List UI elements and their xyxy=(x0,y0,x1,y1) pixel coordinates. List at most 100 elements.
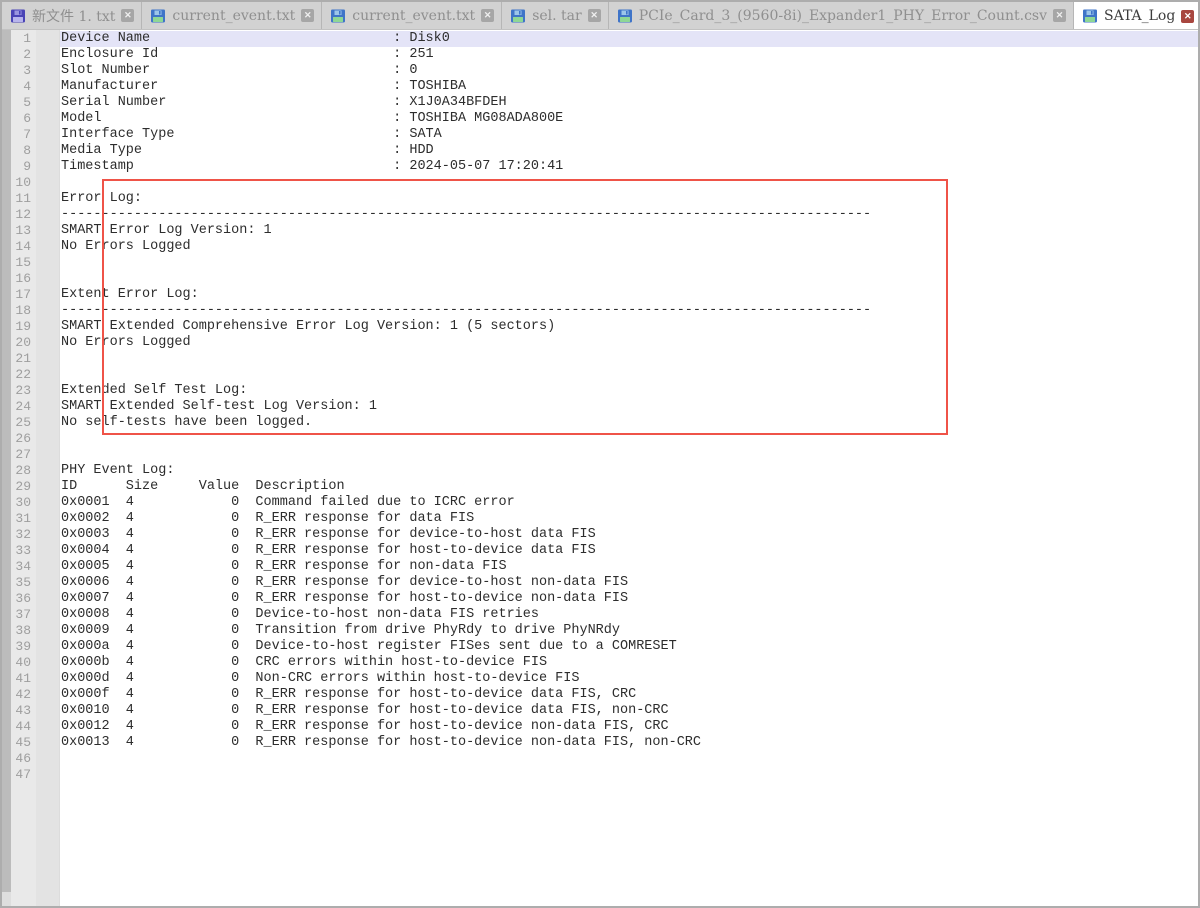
line-number: 24 xyxy=(11,399,36,415)
code-line[interactable] xyxy=(60,271,1198,287)
code-line[interactable]: SMART Extended Self-test Log Version: 1 xyxy=(60,399,1198,415)
code-line[interactable]: 0x000b 4 0 CRC errors within host-to-dev… xyxy=(60,655,1198,671)
tab-close-icon[interactable]: ✕ xyxy=(1181,10,1194,23)
code-line[interactable]: 0x0002 4 0 R_ERR response for data FIS xyxy=(60,511,1198,527)
code-line[interactable]: 0x0010 4 0 R_ERR response for host-to-de… xyxy=(60,703,1198,719)
left-scrollbar-track[interactable] xyxy=(2,30,11,906)
tab[interactable]: PCIe_Card_3_(9560-8i)_Expander1_PHY_Erro… xyxy=(609,2,1074,29)
line-number: 5 xyxy=(11,95,36,111)
code-line[interactable]: Enclosure Id : 251 xyxy=(60,47,1198,63)
code-line[interactable] xyxy=(60,431,1198,447)
line-number: 37 xyxy=(11,607,36,623)
line-number: 28 xyxy=(11,463,36,479)
editor-window: 新文件 1. txt✕current_event.txt✕current_eve… xyxy=(0,0,1200,908)
line-number: 10 xyxy=(11,175,36,191)
line-number: 43 xyxy=(11,703,36,719)
code-line[interactable] xyxy=(60,751,1198,767)
tab[interactable]: 新文件 1. txt✕ xyxy=(2,2,142,29)
line-number-gutter: 1234567891011121314151617181920212223242… xyxy=(11,30,36,906)
tab[interactable]: current_event.txt ✕ xyxy=(142,2,322,29)
code-line[interactable]: No self-tests have been logged. xyxy=(60,415,1198,431)
code-line[interactable]: 0x000f 4 0 R_ERR response for host-to-de… xyxy=(60,687,1198,703)
code-line[interactable]: 0x0009 4 0 Transition from drive PhyRdy … xyxy=(60,623,1198,639)
code-line[interactable]: 0x0012 4 0 R_ERR response for host-to-de… xyxy=(60,719,1198,735)
tab[interactable]: current_event.txt ✕ xyxy=(322,2,502,29)
code-line[interactable]: Slot Number : 0 xyxy=(60,63,1198,79)
tab-close-icon[interactable]: ✕ xyxy=(588,9,601,22)
code-line[interactable]: ----------------------------------------… xyxy=(60,303,1198,319)
line-number: 39 xyxy=(11,639,36,655)
line-number: 40 xyxy=(11,655,36,671)
code-line[interactable]: 0x000d 4 0 Non-CRC errors within host-to… xyxy=(60,671,1198,687)
line-number: 1 xyxy=(11,31,36,47)
line-number: 11 xyxy=(11,191,36,207)
code-line[interactable]: Extent Error Log: xyxy=(60,287,1198,303)
code-line[interactable]: 0x0006 4 0 R_ERR response for device-to-… xyxy=(60,575,1198,591)
line-number: 4 xyxy=(11,79,36,95)
code-line[interactable]: No Errors Logged xyxy=(60,335,1198,351)
tab-active[interactable]: SATA_Log ✕ xyxy=(1074,2,1198,30)
line-number: 31 xyxy=(11,511,36,527)
code-line[interactable]: Model : TOSHIBA MG08ADA800E xyxy=(60,111,1198,127)
code-line[interactable]: 0x0008 4 0 Device-to-host non-data FIS r… xyxy=(60,607,1198,623)
line-number: 18 xyxy=(11,303,36,319)
tab-close-icon[interactable]: ✕ xyxy=(481,9,494,22)
code-line-current[interactable]: Device Name : Disk0 xyxy=(60,31,1198,47)
code-line[interactable]: 0x000a 4 0 Device-to-host register FISes… xyxy=(60,639,1198,655)
line-number: 41 xyxy=(11,671,36,687)
code-line[interactable]: Error Log: xyxy=(60,191,1198,207)
line-number: 22 xyxy=(11,367,36,383)
line-number: 6 xyxy=(11,111,36,127)
line-number: 19 xyxy=(11,319,36,335)
line-number: 45 xyxy=(11,735,36,751)
code-line[interactable]: SMART Extended Comprehensive Error Log V… xyxy=(60,319,1198,335)
code-line[interactable] xyxy=(60,255,1198,271)
tab-label: SATA_Log xyxy=(1104,8,1175,24)
code-line[interactable]: No Errors Logged xyxy=(60,239,1198,255)
code-line[interactable]: 0x0004 4 0 R_ERR response for host-to-de… xyxy=(60,543,1198,559)
code-line[interactable]: 0x0003 4 0 R_ERR response for device-to-… xyxy=(60,527,1198,543)
code-line[interactable]: Timestamp : 2024-05-07 17:20:41 xyxy=(60,159,1198,175)
line-number: 47 xyxy=(11,767,36,783)
line-number: 12 xyxy=(11,207,36,223)
code-line[interactable]: ID Size Value Description xyxy=(60,479,1198,495)
tab-label: current_event.txt xyxy=(172,8,295,24)
tab[interactable]: sel. tar✕ xyxy=(502,2,609,29)
code-line[interactable] xyxy=(60,175,1198,191)
code-line[interactable]: Extended Self Test Log: xyxy=(60,383,1198,399)
code-line[interactable]: Serial Number : X1J0A34BFDEH xyxy=(60,95,1198,111)
code-line[interactable] xyxy=(60,767,1198,783)
floppy-disk-blue-icon xyxy=(510,8,526,24)
line-number: 17 xyxy=(11,287,36,303)
tab-close-icon[interactable]: ✕ xyxy=(1053,9,1066,22)
floppy-disk-purple-icon xyxy=(10,8,26,24)
code-line[interactable]: 0x0001 4 0 Command failed due to ICRC er… xyxy=(60,495,1198,511)
code-line[interactable] xyxy=(60,367,1198,383)
floppy-disk-blue-icon xyxy=(617,8,633,24)
line-number: 38 xyxy=(11,623,36,639)
tab-close-icon[interactable]: ✕ xyxy=(301,9,314,22)
code-line[interactable]: ----------------------------------------… xyxy=(60,207,1198,223)
code-line[interactable]: Interface Type : SATA xyxy=(60,127,1198,143)
code-line[interactable]: PHY Event Log: xyxy=(60,463,1198,479)
code-line[interactable]: Media Type : HDD xyxy=(60,143,1198,159)
code-line[interactable]: 0x0007 4 0 R_ERR response for host-to-de… xyxy=(60,591,1198,607)
code-line[interactable]: 0x0013 4 0 R_ERR response for host-to-de… xyxy=(60,735,1198,751)
code-line[interactable] xyxy=(60,447,1198,463)
line-number: 33 xyxy=(11,543,36,559)
line-number: 27 xyxy=(11,447,36,463)
line-number: 2 xyxy=(11,47,36,63)
line-number: 36 xyxy=(11,591,36,607)
line-number: 35 xyxy=(11,575,36,591)
tab-label: current_event.txt xyxy=(352,8,475,24)
code-line[interactable]: Manufacturer : TOSHIBA xyxy=(60,79,1198,95)
code-line[interactable] xyxy=(60,351,1198,367)
code-line[interactable]: SMART Error Log Version: 1 xyxy=(60,223,1198,239)
line-number: 42 xyxy=(11,687,36,703)
text-content[interactable]: Device Name : Disk0Enclosure Id : 251Slo… xyxy=(60,30,1198,906)
left-scrollbar-thumb[interactable] xyxy=(2,30,11,892)
editor-area: 1234567891011121314151617181920212223242… xyxy=(2,30,1198,906)
code-line[interactable]: 0x0005 4 0 R_ERR response for non-data F… xyxy=(60,559,1198,575)
line-number: 3 xyxy=(11,63,36,79)
tab-close-icon[interactable]: ✕ xyxy=(121,9,134,22)
